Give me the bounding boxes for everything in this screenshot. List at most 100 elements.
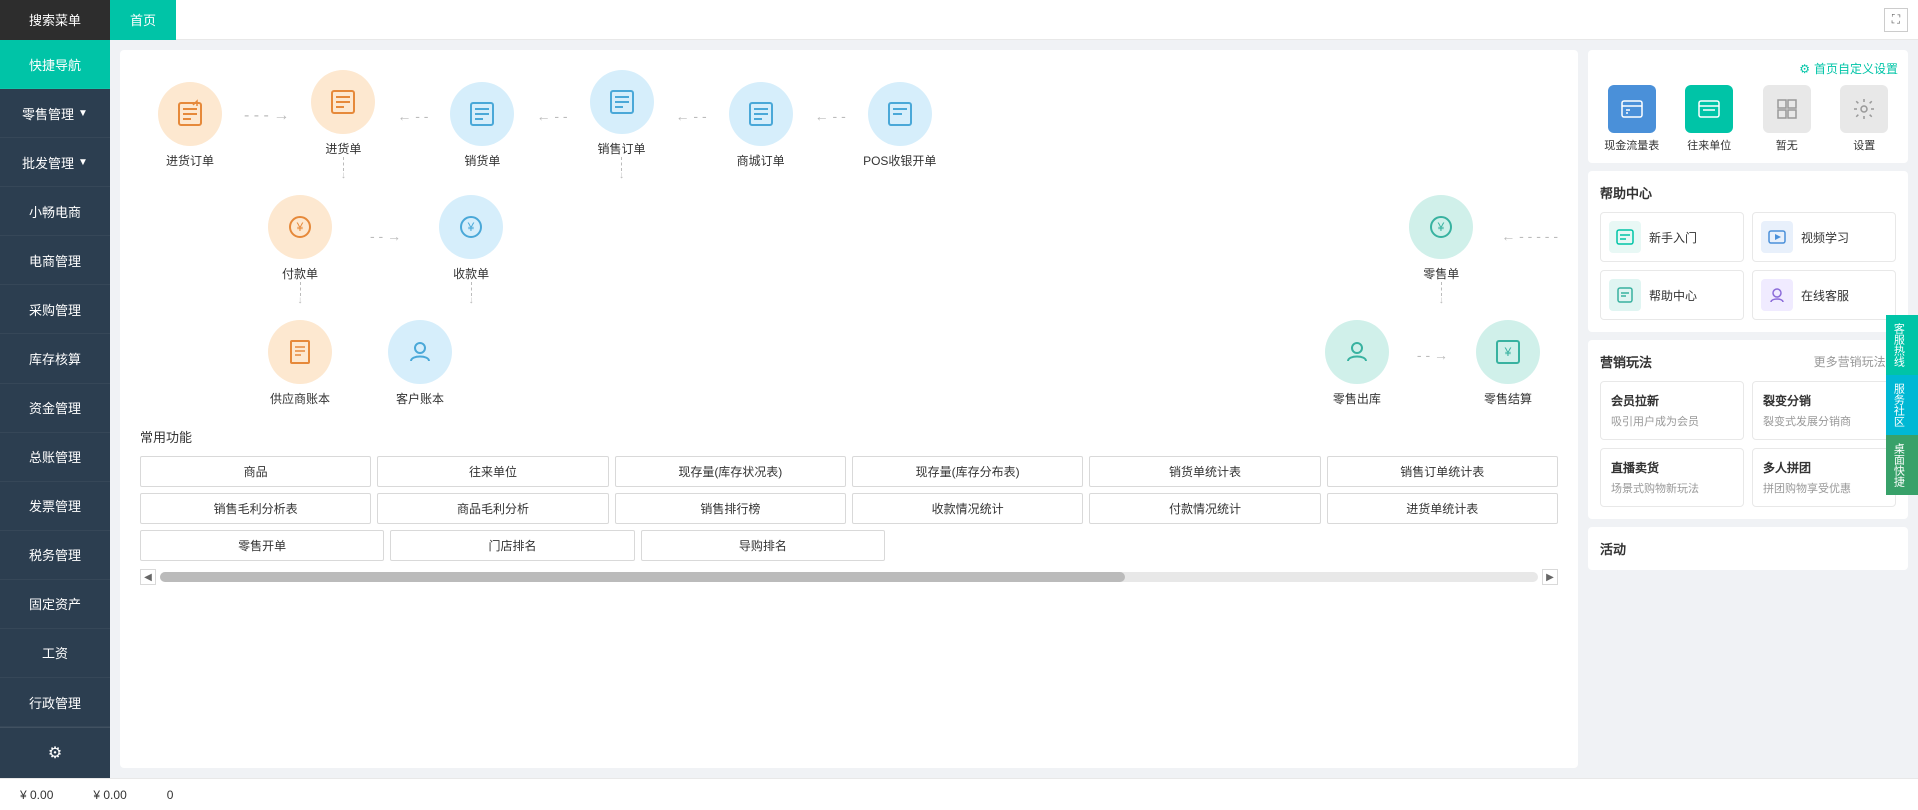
scroll-right-button[interactable]: ▶	[1542, 569, 1558, 585]
flow-circle-xiaohuo-dan	[450, 82, 514, 146]
flow-label: 供应商账本	[270, 390, 330, 407]
common-functions: 常用功能 商品 往来单位 现存量(库存状况表) 现存量(库存分布表) 销货单统计…	[140, 427, 1558, 561]
sidebar-item-retail[interactable]: 零售管理 ▼	[0, 89, 110, 138]
scroll-bar-area: ◀ ▶	[140, 569, 1558, 585]
marketing-item-fission[interactable]: 裂变分销 裂变式发展分销商	[1752, 381, 1896, 440]
flow-label: 销货单	[464, 152, 500, 169]
func-btn-collection-stat[interactable]: 收款情况统计	[852, 493, 1083, 524]
flow-circle-lingshou-dan: ¥	[1409, 195, 1473, 259]
flow-circle-shangcheng-dingdan	[729, 82, 793, 146]
sidebar-item-ecommerce[interactable]: 电商管理	[0, 236, 110, 285]
sidebar-item-label: 工资	[42, 643, 68, 662]
settings-icon: ⚙	[48, 743, 62, 763]
flow-circle-fukuan: ¥	[268, 195, 332, 259]
stats-bar: ¥ 0.00 ¥ 0.00 0	[0, 778, 1918, 810]
func-btn-retail-order[interactable]: 零售开单	[140, 530, 384, 561]
float-btn-desktop-label: 桌面快捷	[1892, 443, 1904, 487]
sidebar-item-invoice[interactable]: 发票管理	[0, 482, 110, 531]
marketing-item-group[interactable]: 多人拼团 拼团购物享受优惠	[1752, 448, 1896, 507]
sidebar-item-payroll[interactable]: 工资	[0, 629, 110, 678]
flow-node-fukuan: ¥ 付款单 ↓	[250, 195, 350, 306]
marketing-item-fission-title: 裂变分销	[1763, 392, 1885, 409]
func-btn-stock1[interactable]: 现存量(库存状况表)	[615, 456, 846, 487]
func-btn-sales-order-stat[interactable]: 销售订单统计表	[1327, 456, 1558, 487]
func-btn-goods-gross[interactable]: 商品毛利分析	[377, 493, 608, 524]
quick-icon-settings-box	[1840, 85, 1888, 133]
float-btn-service[interactable]: 客服热线	[1886, 315, 1918, 375]
quick-icon-units[interactable]: 往来单位	[1676, 85, 1744, 153]
tab-home[interactable]: 首页	[110, 0, 176, 40]
arrow-icon: ▼	[78, 108, 88, 119]
func-btn-goods[interactable]: 商品	[140, 456, 371, 487]
marketing-item-fission-desc: 裂变式发展分销商	[1763, 413, 1885, 429]
marketing-item-member[interactable]: 会员拉新 吸引用户成为会员	[1600, 381, 1744, 440]
func-btn-units[interactable]: 往来单位	[377, 456, 608, 487]
sidebar-item-ledger[interactable]: 总账管理	[0, 433, 110, 482]
scroll-left-button[interactable]: ◀	[140, 569, 156, 585]
float-btn-desktop[interactable]: 桌面快捷	[1886, 435, 1918, 495]
flow-circle-pos	[868, 82, 932, 146]
sidebar-item-finance[interactable]: 资金管理	[0, 384, 110, 433]
quick-icon-units-box	[1685, 85, 1733, 133]
activity-card: 活动	[1588, 527, 1908, 570]
flow-node-shoukuan: ¥ 收款单 ↓	[421, 195, 521, 306]
help-title: 帮助中心	[1600, 183, 1896, 202]
flow-label: 销售订单	[598, 140, 646, 157]
sidebar-item-xce[interactable]: 小畅电商	[0, 187, 110, 236]
stat-1: ¥ 0.00	[20, 788, 53, 802]
sidebar-settings-button[interactable]: ⚙	[0, 728, 110, 778]
help-item-beginner[interactable]: 新手入门	[1600, 212, 1744, 262]
quick-icon-none-box	[1763, 85, 1811, 133]
help-card: 帮助中心 新手入门	[1588, 171, 1908, 332]
help-icon-online-service	[1761, 279, 1793, 311]
float-btn-community[interactable]: 服务社区	[1886, 375, 1918, 435]
func-btn-gross-analysis[interactable]: 销售毛利分析表	[140, 493, 371, 524]
flow-node-lingshou-dan: ¥ 零售单 ↓	[1391, 195, 1491, 306]
func-btn-sales-stat[interactable]: 销货单统计表	[1089, 456, 1320, 487]
search-menu-label: 搜索菜单	[29, 10, 81, 29]
top-right-area: ⛶	[1884, 8, 1918, 32]
marketing-item-live[interactable]: 直播卖货 场景式购物新玩法	[1600, 448, 1744, 507]
help-item-online-service[interactable]: 在线客服	[1752, 270, 1896, 320]
sidebar-item-label: 资金管理	[29, 398, 81, 417]
func-btn-sales-rank[interactable]: 销售排行榜	[615, 493, 846, 524]
sidebar-item-purchase[interactable]: 采购管理	[0, 285, 110, 334]
stat-3: 0	[167, 788, 174, 802]
func-btn-store-rank[interactable]: 门店排名	[390, 530, 634, 561]
scroll-track[interactable]	[160, 572, 1538, 582]
sidebar-item-wholesale[interactable]: 批发管理 ▼	[0, 138, 110, 187]
help-item-video[interactable]: 视频学习	[1752, 212, 1896, 262]
fullscreen-button[interactable]: ⛶	[1884, 8, 1908, 32]
quick-icon-settings[interactable]: 设置	[1831, 85, 1899, 153]
sidebar-item-quicknav[interactable]: 快捷导航	[0, 40, 110, 89]
sidebar-item-admin[interactable]: 行政管理	[0, 678, 110, 727]
sidebar-item-label: 批发管理	[22, 153, 74, 172]
right-panel: ⚙ 首页自定义设置	[1588, 50, 1908, 768]
more-marketing-link[interactable]: 更多营销玩法 >	[1814, 353, 1896, 370]
quick-icon-none[interactable]: 暂无	[1753, 85, 1821, 153]
v-connector-3: ↓	[250, 282, 350, 306]
help-item-help-center[interactable]: 帮助中心	[1600, 270, 1744, 320]
search-menu-button[interactable]: 搜索菜单	[0, 0, 110, 40]
quick-icon-cashflow-box	[1608, 85, 1656, 133]
top-bar: 搜索菜单 首页 ⛶	[0, 0, 1918, 40]
sidebar-item-tax[interactable]: 税务管理	[0, 531, 110, 580]
svg-text:¥: ¥	[296, 220, 304, 234]
quick-icon-cashflow[interactable]: 现金流量表	[1598, 85, 1666, 153]
float-btn-community-label: 服务社区	[1892, 383, 1904, 427]
func-btn-stock2[interactable]: 现存量(库存分布表)	[852, 456, 1083, 487]
flow-node-pos: POS收银开单	[850, 82, 950, 169]
func-btn-purchase-stat[interactable]: 进货单统计表	[1327, 493, 1558, 524]
sidebar-item-label: 发票管理	[29, 496, 81, 515]
sidebar-bottom: ⚙	[0, 727, 110, 778]
func-btn-payment-stat[interactable]: 付款情况统计	[1089, 493, 1320, 524]
activity-title: 活动	[1600, 539, 1896, 558]
quick-icon-none-label: 暂无	[1776, 137, 1798, 153]
sidebar-item-assets[interactable]: 固定资产	[0, 580, 110, 629]
quick-access-header[interactable]: ⚙ 首页自定义设置	[1598, 60, 1898, 77]
sidebar-item-inventory[interactable]: 库存核算	[0, 334, 110, 383]
func-btn-guide-rank[interactable]: 导购排名	[641, 530, 885, 561]
quick-icon-settings-label: 设置	[1853, 137, 1875, 153]
marketing-item-group-title: 多人拼团	[1763, 459, 1885, 476]
svg-text:¥: ¥	[467, 220, 475, 234]
